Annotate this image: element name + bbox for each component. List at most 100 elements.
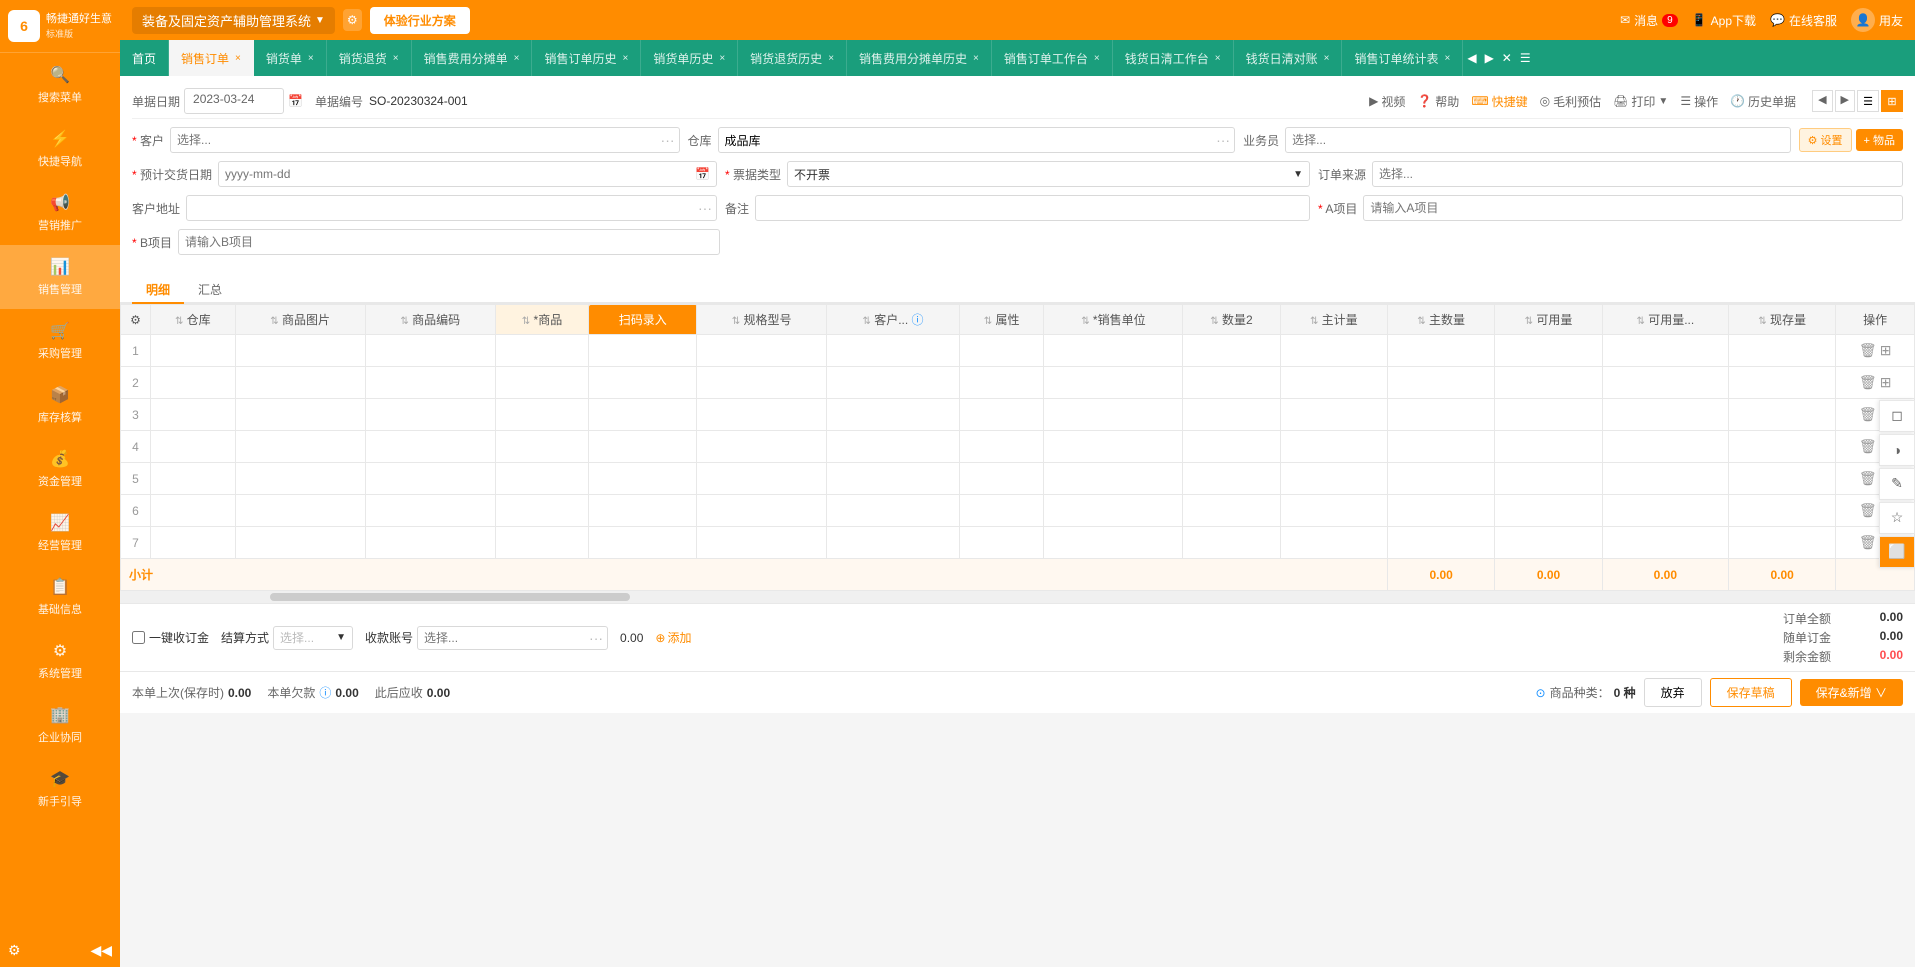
row-2-current-qty[interactable] bbox=[1728, 367, 1835, 399]
settings-button[interactable]: ⚙ 设置 bbox=[1799, 128, 1852, 152]
row-1-qty2[interactable] bbox=[1183, 335, 1280, 367]
row-1-sales-unit[interactable] bbox=[1044, 335, 1183, 367]
warehouse-input[interactable] bbox=[719, 130, 1213, 150]
row-4-main-unit[interactable] bbox=[1280, 431, 1387, 463]
rfb-expand[interactable]: ◻ bbox=[1879, 400, 1915, 432]
account-no-input-wrap[interactable]: ··· bbox=[417, 626, 608, 650]
tab-sales-invoice-close[interactable]: × bbox=[308, 53, 314, 64]
row-2-available-qty[interactable] bbox=[1495, 367, 1602, 399]
list-view-btn[interactable]: ⊞ bbox=[1881, 90, 1903, 112]
tab-daily-clear-reconcile[interactable]: 钱货日清对账 × bbox=[1234, 40, 1343, 76]
row-7-main-qty[interactable] bbox=[1387, 527, 1494, 559]
one-click-deposit-checkbox[interactable] bbox=[132, 631, 145, 644]
help-btn[interactable]: ❓ 帮助 bbox=[1417, 93, 1459, 110]
tab-sales-order[interactable]: 销售订单 × bbox=[169, 40, 254, 76]
row-1-product-code[interactable] bbox=[365, 335, 495, 367]
tab-sales-order-close[interactable]: × bbox=[235, 53, 241, 64]
row-4-qty2[interactable] bbox=[1183, 431, 1280, 463]
row-4-attribute[interactable] bbox=[959, 431, 1044, 463]
tab-sales-invoice-history[interactable]: 销货单历史 × bbox=[641, 40, 738, 76]
row-1-product[interactable] bbox=[495, 335, 588, 367]
project-a-input-wrap[interactable] bbox=[1363, 195, 1903, 221]
delivery-date-input-wrap[interactable]: 📅 bbox=[218, 161, 717, 187]
row-6-available-qty[interactable] bbox=[1495, 495, 1602, 527]
row-2-available-qty2[interactable] bbox=[1602, 367, 1728, 399]
table-scroll-container[interactable]: ⚙ ⇅ 仓库 ⇅ 商品图片 ⇅ 商品编码 ⇅ *商品 扫码录入 ⇅ 规格型号 ⇅… bbox=[120, 304, 1915, 591]
history-btn[interactable]: 🕐 历史单据 bbox=[1730, 93, 1796, 110]
sidebar-item-marketing[interactable]: 📢 营销推广 bbox=[0, 181, 120, 245]
tabbar-menu[interactable]: ☰ bbox=[1516, 51, 1535, 65]
operations-btn[interactable]: ☰ 操作 bbox=[1680, 93, 1718, 110]
row-4-available-qty[interactable] bbox=[1495, 431, 1602, 463]
row-5-main-unit[interactable] bbox=[1280, 463, 1387, 495]
nav-prev-icon[interactable]: ◀ bbox=[1812, 90, 1832, 112]
product-type-info-icon[interactable]: ⊙ bbox=[1536, 686, 1546, 700]
customer-input-wrap[interactable]: ··· bbox=[170, 127, 680, 153]
row-1-customer-code[interactable] bbox=[827, 335, 960, 367]
row-3-sales-unit[interactable] bbox=[1044, 399, 1183, 431]
tab-sales-return-history[interactable]: 销货退货历史 × bbox=[738, 40, 847, 76]
row-6-current-qty[interactable] bbox=[1728, 495, 1835, 527]
row-1-main-qty[interactable] bbox=[1387, 335, 1494, 367]
row-4-product[interactable] bbox=[495, 431, 588, 463]
tabbar-close-all[interactable]: ✕ bbox=[1498, 51, 1516, 65]
account-expand-icon[interactable]: ··· bbox=[585, 630, 607, 646]
payment-method-select[interactable]: 选择... ▼ bbox=[273, 626, 353, 650]
row-3-main-qty[interactable] bbox=[1387, 399, 1494, 431]
note-input-wrap[interactable] bbox=[755, 195, 1310, 221]
row-3-attribute[interactable] bbox=[959, 399, 1044, 431]
tabbar-next[interactable]: ▶ bbox=[1481, 51, 1498, 65]
shortcuts-btn[interactable]: ⌨ 快捷键 bbox=[1471, 93, 1527, 110]
tab-sales-expense-history-close[interactable]: × bbox=[973, 53, 979, 64]
project-a-input[interactable] bbox=[1364, 198, 1902, 218]
discard-button[interactable]: 放弃 bbox=[1644, 678, 1702, 707]
row-6-product-image[interactable] bbox=[235, 495, 365, 527]
warehouse-input-wrap[interactable]: ··· bbox=[718, 127, 1236, 153]
profit-forecast-btn[interactable]: ◎ 毛利预估 bbox=[1540, 93, 1602, 110]
tab-daily-clear-workbench[interactable]: 钱货日清工作台 × bbox=[1113, 40, 1234, 76]
row-6-product[interactable] bbox=[495, 495, 588, 527]
row-6-customer-code[interactable] bbox=[827, 495, 960, 527]
tab-sales-return-close[interactable]: × bbox=[393, 53, 399, 64]
print-btn[interactable]: 🖨 打印 ▼ bbox=[1613, 93, 1668, 110]
warehouse-expand-icon[interactable]: ··· bbox=[1212, 132, 1234, 148]
row-7-spec[interactable] bbox=[697, 527, 827, 559]
row-7-main-unit[interactable] bbox=[1280, 527, 1387, 559]
tab-sales-workbench[interactable]: 销售订单工作台 × bbox=[992, 40, 1113, 76]
tab-detail[interactable]: 明细 bbox=[132, 277, 184, 304]
row-3-available-qty[interactable] bbox=[1495, 399, 1602, 431]
row-4-delete-icon[interactable]: 🗑 bbox=[1859, 438, 1877, 455]
tabbar-prev[interactable]: ◀ bbox=[1463, 51, 1480, 65]
row-7-product-image[interactable] bbox=[235, 527, 365, 559]
tab-sales-invoice-history-close[interactable]: × bbox=[719, 53, 725, 64]
row-6-spec[interactable] bbox=[697, 495, 827, 527]
row-2-product[interactable] bbox=[495, 367, 588, 399]
save-draft-button[interactable]: 保存草稿 bbox=[1710, 678, 1792, 707]
invoice-type-select[interactable]: 不开票 ▼ bbox=[787, 161, 1310, 187]
row-7-available-qty[interactable] bbox=[1495, 527, 1602, 559]
sidebar-item-finance[interactable]: 💰 资金管理 bbox=[0, 437, 120, 501]
row-5-available-qty2[interactable] bbox=[1602, 463, 1728, 495]
row-4-product-code[interactable] bbox=[365, 431, 495, 463]
col-scan-input[interactable]: 扫码录入 bbox=[589, 305, 697, 335]
tab-sales-return[interactable]: 销货退货 × bbox=[327, 40, 412, 76]
row-7-current-qty[interactable] bbox=[1728, 527, 1835, 559]
row-6-available-qty2[interactable] bbox=[1602, 495, 1728, 527]
sidebar-item-system[interactable]: ⚙ 系统管理 bbox=[0, 629, 120, 693]
date-value[interactable]: 2023-03-24 bbox=[184, 88, 284, 114]
row-5-warehouse[interactable] bbox=[151, 463, 236, 495]
row-1-product-image[interactable] bbox=[235, 335, 365, 367]
sidebar-item-purchase[interactable]: 🛒 采购管理 bbox=[0, 309, 120, 373]
row-1-copy-icon[interactable]: ⊞ bbox=[1880, 342, 1892, 359]
col-settings[interactable]: ⚙ bbox=[121, 305, 151, 335]
row-1-attribute[interactable] bbox=[959, 335, 1044, 367]
row-6-product-code[interactable] bbox=[365, 495, 495, 527]
row-2-copy-icon[interactable]: ⊞ bbox=[1880, 374, 1892, 391]
tab-sales-return-history-close[interactable]: × bbox=[828, 53, 834, 64]
delivery-date-input[interactable] bbox=[219, 164, 689, 184]
row-3-customer-code[interactable] bbox=[827, 399, 960, 431]
row-6-attribute[interactable] bbox=[959, 495, 1044, 527]
row-2-product-code[interactable] bbox=[365, 367, 495, 399]
sidebar-item-operation[interactable]: 📈 经营管理 bbox=[0, 501, 120, 565]
sidebar-item-quick-nav[interactable]: ⚡ 快捷导航 bbox=[0, 117, 120, 181]
